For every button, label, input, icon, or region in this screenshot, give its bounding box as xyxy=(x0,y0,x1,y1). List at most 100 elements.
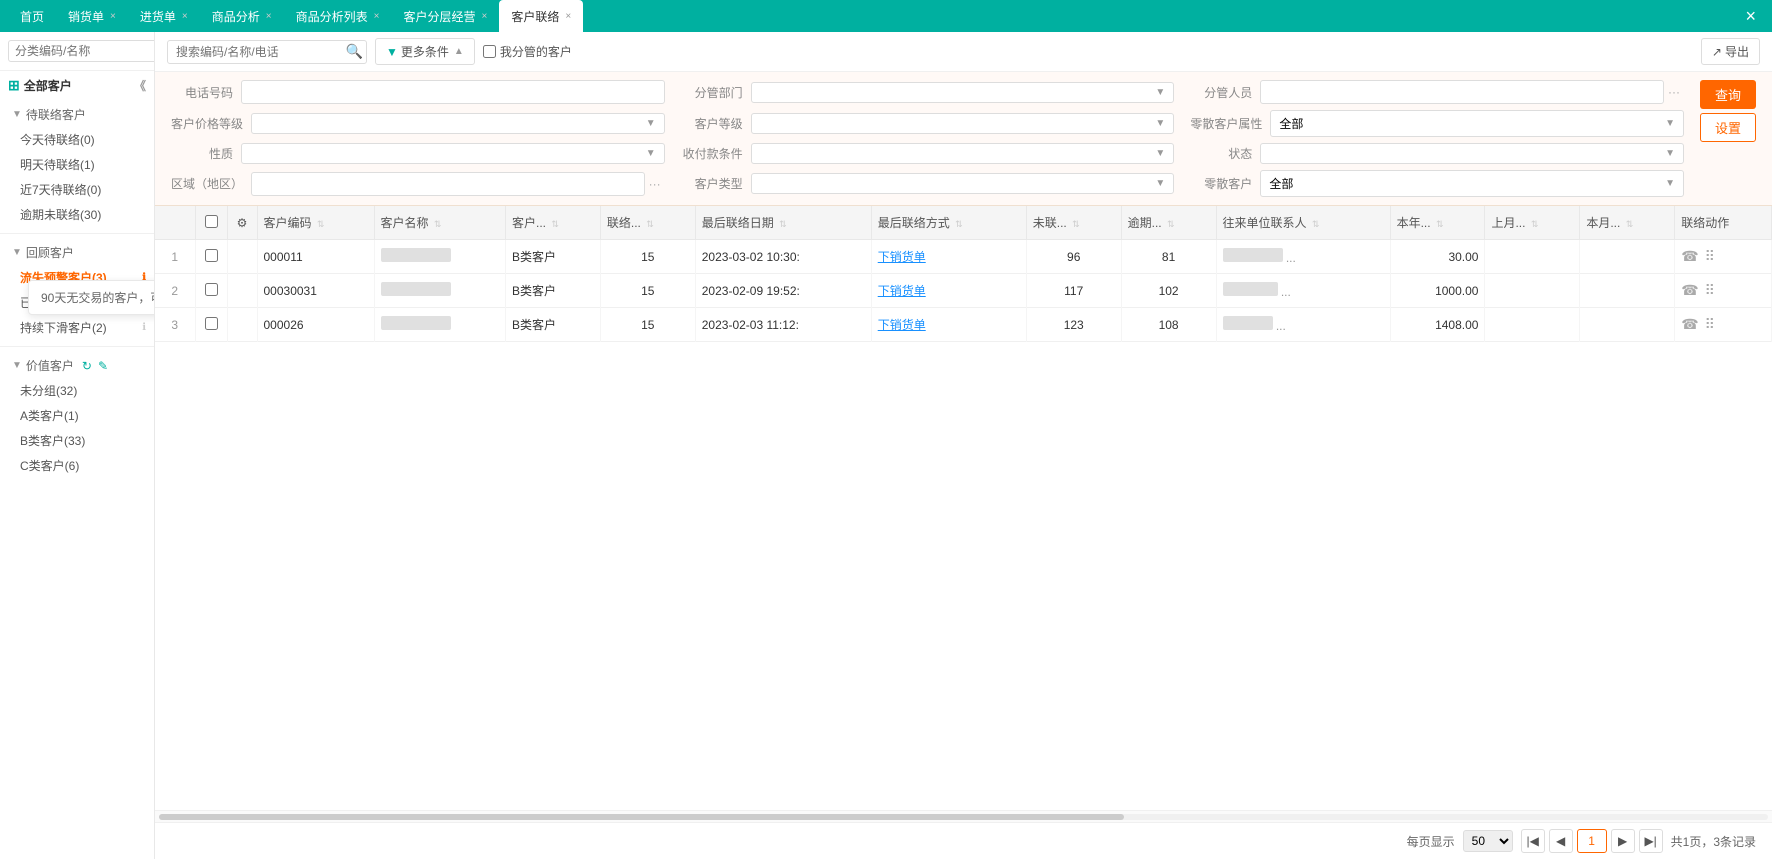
th-check[interactable] xyxy=(195,206,227,240)
tab-customer-contact-close[interactable]: × xyxy=(565,11,571,22)
tab-product-analysis-list[interactable]: 商品分析列表 × xyxy=(284,0,392,32)
sidebar-search-input[interactable] xyxy=(8,40,155,62)
tab-customer-segment-close[interactable]: × xyxy=(481,11,487,22)
th-settings[interactable]: ⚙ xyxy=(227,206,257,240)
query-button[interactable]: 查询 xyxy=(1700,80,1756,109)
tab-sales-close[interactable]: × xyxy=(110,11,116,22)
row-1-last-method[interactable]: 下销货单 xyxy=(871,240,1026,274)
row-3-more-icon[interactable]: ⠿ xyxy=(1705,316,1715,333)
row-3-check[interactable] xyxy=(195,308,227,342)
declining-info-icon[interactable]: ℹ xyxy=(142,322,146,333)
row-2-more-icon[interactable]: ⠿ xyxy=(1705,282,1715,299)
tab-customer-contact[interactable]: 客户联络 × xyxy=(499,0,583,32)
th-last-method[interactable]: 最后联络方式 ⇅ xyxy=(871,206,1026,240)
collapse-sidebar-btn[interactable]: 《 xyxy=(134,77,146,94)
sidebar-item-ungrouped[interactable]: 未分组(32) xyxy=(0,378,154,403)
sidebar-item-today-contact[interactable]: 今天待联络(0) xyxy=(0,127,154,152)
th-contact[interactable]: 联络... ⇅ xyxy=(600,206,695,240)
page-current-input[interactable] xyxy=(1577,829,1607,853)
search-input[interactable] xyxy=(167,40,367,64)
th-name-sort: ⇅ xyxy=(434,219,442,229)
more-conditions-btn[interactable]: ▼ 更多条件 ▲ xyxy=(375,38,475,65)
sidebar-item-c-class[interactable]: C类客户(6) xyxy=(0,453,154,478)
filter-customer-type-select[interactable]: ▼ xyxy=(751,173,1175,194)
filter-row-1: 电话号码 分管部门 ▼ 分管人员 xyxy=(171,80,1684,104)
group-value-header[interactable]: ▼ 价值客户 ↻ ✎ xyxy=(0,353,154,378)
filter-region-dots[interactable]: ··· xyxy=(645,177,665,191)
tab-customer-segment[interactable]: 客户分层经营 × xyxy=(391,0,499,32)
tab-product-analysis[interactable]: 商品分析 × xyxy=(200,0,284,32)
value-refresh-icon[interactable]: ↻ xyxy=(82,359,92,373)
row-1-checkbox[interactable] xyxy=(205,249,218,262)
filter-region-input[interactable] xyxy=(251,172,645,196)
row-2-checkbox[interactable] xyxy=(205,283,218,296)
tab-sales-order[interactable]: 销货单 × xyxy=(56,0,128,32)
row-1-more-icon[interactable]: ⠿ xyxy=(1705,248,1715,265)
th-name[interactable]: 客户名称 ⇅ xyxy=(374,206,505,240)
tab-product-analysis-close[interactable]: × xyxy=(266,11,272,22)
my-customers-checkbox-wrap[interactable]: 我分管的客户 xyxy=(483,43,572,60)
row-2-last-method[interactable]: 下销货单 xyxy=(871,274,1026,308)
table-settings-icon[interactable]: ⚙ xyxy=(237,216,248,230)
scrollbar-thumb[interactable] xyxy=(159,814,1124,820)
page-next-btn[interactable]: ▶ xyxy=(1611,829,1635,853)
group-review-header[interactable]: ▼ 回顾客户 xyxy=(0,240,154,265)
filter-customer-level-select[interactable]: ▼ xyxy=(751,113,1175,134)
settings-button[interactable]: 设置 xyxy=(1700,113,1756,142)
search-button[interactable]: 🔍 xyxy=(346,43,363,60)
row-1-check[interactable] xyxy=(195,240,227,274)
filter-manager-input[interactable] xyxy=(1260,80,1664,104)
th-this-month[interactable]: 本月... ⇅ xyxy=(1580,206,1675,240)
page-prev-btn[interactable]: ◀ xyxy=(1549,829,1573,853)
th-unit-contact[interactable]: 往来单位联系人 ⇅ xyxy=(1216,206,1390,240)
th-last-date[interactable]: 最后联络日期 ⇅ xyxy=(695,206,871,240)
tab-purchase-close[interactable]: × xyxy=(182,11,188,22)
th-uncontacted-sort: ⇅ xyxy=(1072,219,1080,229)
sidebar-item-a-class[interactable]: A类客户(1) xyxy=(0,403,154,428)
close-all-tabs[interactable]: × xyxy=(1737,6,1764,27)
scrollbar-track[interactable] xyxy=(159,814,1768,820)
th-last-month[interactable]: 上月... ⇅ xyxy=(1485,206,1580,240)
th-type-sort: ⇅ xyxy=(551,219,559,229)
page-last-btn[interactable]: ▶| xyxy=(1639,829,1663,853)
select-all-checkbox[interactable] xyxy=(205,215,218,228)
value-edit-icon[interactable]: ✎ xyxy=(98,359,108,373)
export-btn[interactable]: ↗ 导出 xyxy=(1701,38,1760,65)
group-pending-header[interactable]: ▼ 待联络客户 xyxy=(0,102,154,127)
page-size-select[interactable]: 50 100 200 xyxy=(1463,830,1513,852)
filter-retail-attr-select[interactable]: 全部 ▼ xyxy=(1270,110,1684,137)
tab-home[interactable]: 首页 xyxy=(8,0,56,32)
page-first-btn[interactable]: |◀ xyxy=(1521,829,1545,853)
th-type[interactable]: 客户... ⇅ xyxy=(506,206,601,240)
row-3-contact-icon[interactable]: ☎ xyxy=(1681,316,1698,333)
filter-phone-input[interactable] xyxy=(241,80,665,104)
sidebar-item-declining[interactable]: 持续下滑客户(2) ℹ xyxy=(0,315,154,340)
sidebar-all-customers[interactable]: ⊞ 全部客户 《 xyxy=(0,71,154,100)
row-1-contact-icon[interactable]: ☎ xyxy=(1681,248,1698,265)
horizontal-scrollbar[interactable] xyxy=(155,810,1772,822)
tab-product-list-close[interactable]: × xyxy=(374,11,380,22)
filter-payment-select[interactable]: ▼ xyxy=(751,143,1175,164)
filter-manager-dots[interactable]: ··· xyxy=(1664,85,1684,99)
sidebar-item-b-class[interactable]: B类客户(33) xyxy=(0,428,154,453)
sidebar-item-tomorrow-contact[interactable]: 明天待联络(1) xyxy=(0,152,154,177)
filter-price-level-select[interactable]: ▼ xyxy=(251,113,665,134)
row-3-last-method[interactable]: 下销货单 xyxy=(871,308,1026,342)
sidebar-item-overdue-contact[interactable]: 逾期未联络(30) xyxy=(0,202,154,227)
row-3-checkbox[interactable] xyxy=(205,317,218,330)
filter-retail-customer-select[interactable]: 全部 ▼ xyxy=(1260,170,1684,197)
th-overdue[interactable]: 逾期... ⇅ xyxy=(1121,206,1216,240)
filter-nature-select[interactable]: ▼ xyxy=(241,143,665,164)
row-2-check[interactable] xyxy=(195,274,227,308)
row-2-contact-icon[interactable]: ☎ xyxy=(1681,282,1698,299)
tab-home-label: 首页 xyxy=(20,8,44,25)
th-code[interactable]: 客户编码 ⇅ xyxy=(257,206,374,240)
filter-status-select[interactable]: ▼ xyxy=(1260,143,1684,164)
filter-dept-select[interactable]: ▼ xyxy=(751,82,1175,103)
my-customers-checkbox[interactable] xyxy=(483,45,496,58)
row-1-this-year: 30.00 xyxy=(1390,240,1485,274)
sidebar-item-7day-contact[interactable]: 近7天待联络(0) xyxy=(0,177,154,202)
tab-purchase-order[interactable]: 进货单 × xyxy=(128,0,200,32)
th-this-year[interactable]: 本年... ⇅ xyxy=(1390,206,1485,240)
th-uncontacted[interactable]: 未联... ⇅ xyxy=(1026,206,1121,240)
